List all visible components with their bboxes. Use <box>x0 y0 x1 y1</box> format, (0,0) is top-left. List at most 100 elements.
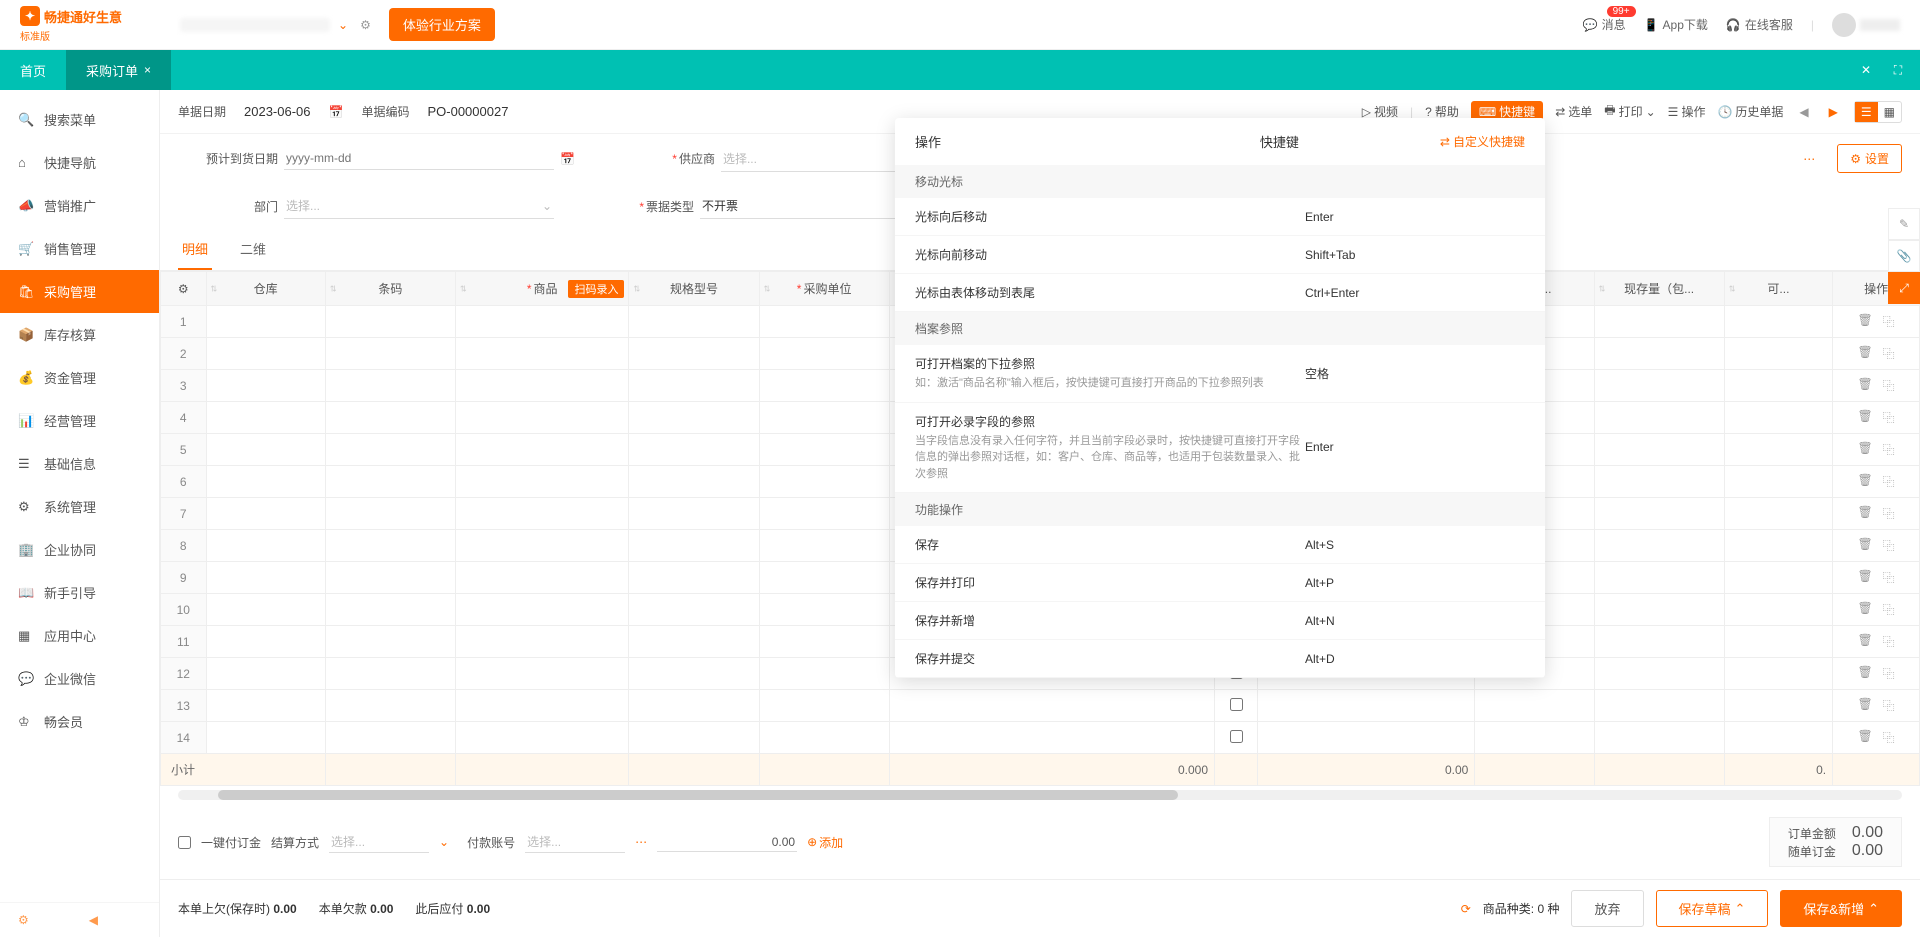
sidebar-item-guide[interactable]: 📖新手引导 <box>0 571 159 614</box>
ops-button[interactable]: ☰ 操作 <box>1668 103 1706 120</box>
table-row[interactable]: 13🗑⿻ <box>161 690 1920 722</box>
add-payment-button[interactable]: ⊕添加 <box>807 834 843 851</box>
copy-row-icon[interactable]: ⿻ <box>1883 505 1895 522</box>
sidebar-item-search[interactable]: 🔍搜索菜单 <box>0 98 159 141</box>
copy-row-icon[interactable]: ⿻ <box>1883 729 1895 746</box>
payment-amount[interactable]: 0.00 <box>657 833 797 852</box>
delete-row-icon[interactable]: 🗑 <box>1857 345 1872 362</box>
fullscreen-icon[interactable]: ⛶ <box>1886 58 1910 82</box>
org-selector[interactable]: ⌄ <box>180 18 348 32</box>
delete-row-icon[interactable]: 🗑 <box>1857 537 1872 554</box>
side-tool-attach-icon[interactable]: 📎 <box>1888 240 1920 272</box>
refresh-icon[interactable]: ⟳ <box>1461 902 1471 916</box>
prev-doc-icon[interactable]: ◀ <box>1795 105 1812 119</box>
col-avail[interactable]: ⇅可... <box>1724 272 1832 306</box>
col-stock[interactable]: ⇅现存量（包... <box>1594 272 1724 306</box>
calendar-icon[interactable]: 📅 <box>329 105 344 119</box>
tab-home[interactable]: 首页 <box>0 50 66 90</box>
copy-row-icon[interactable]: ⿻ <box>1883 377 1895 394</box>
delete-row-icon[interactable]: 🗑 <box>1857 665 1872 682</box>
trial-button[interactable]: 体验行业方案 <box>389 8 495 41</box>
sidebar-item-baseinfo[interactable]: ☰基础信息 <box>0 442 159 485</box>
discard-button[interactable]: 放弃 <box>1571 890 1643 927</box>
sidebar-item-member[interactable]: ♔畅会员 <box>0 700 159 743</box>
row-checkbox[interactable] <box>1230 730 1243 743</box>
sidebar-item-inventory[interactable]: 📦库存核算 <box>0 313 159 356</box>
sidebar-item-finance[interactable]: 💰资金管理 <box>0 356 159 399</box>
delete-row-icon[interactable]: 🗑 <box>1857 441 1872 458</box>
sidebar-collapse-icon[interactable]: ◀ <box>89 913 98 927</box>
copy-row-icon[interactable]: ⿻ <box>1883 313 1895 330</box>
delete-row-icon[interactable]: 🗑 <box>1857 633 1872 650</box>
sidebar-item-operation[interactable]: 📊经营管理 <box>0 399 159 442</box>
arrive-date-input[interactable] <box>284 147 554 170</box>
dept-select[interactable]: 选择...⌄ <box>284 193 554 219</box>
history-button[interactable]: 🕓 历史单据 <box>1717 103 1783 120</box>
row-checkbox[interactable] <box>1230 698 1243 711</box>
copy-row-icon[interactable]: ⿻ <box>1883 345 1895 362</box>
copy-row-icon[interactable]: ⿻ <box>1883 409 1895 426</box>
gear-icon[interactable]: ⚙ <box>360 18 371 32</box>
sidebar-item-sales[interactable]: 🛒销售管理 <box>0 227 159 270</box>
sidebar-item-marketing[interactable]: 📣营销推广 <box>0 184 159 227</box>
horizontal-scrollbar[interactable] <box>178 790 1902 800</box>
side-tool-expand-icon[interactable]: ⤢ <box>1888 272 1920 304</box>
copy-row-icon[interactable]: ⿻ <box>1883 601 1895 618</box>
copy-row-icon[interactable]: ⿻ <box>1883 473 1895 490</box>
save-draft-button[interactable]: 保存草稿⌃ <box>1656 890 1769 927</box>
messages-button[interactable]: 💬 消息 99+ <box>1583 16 1626 33</box>
sidebar-item-system[interactable]: ⚙系统管理 <box>0 485 159 528</box>
user-menu[interactable] <box>1832 13 1900 37</box>
tab-detail[interactable]: 明细 <box>178 229 212 270</box>
tab-close-all-icon[interactable]: ✕ <box>1854 58 1878 82</box>
copy-row-icon[interactable]: ⿻ <box>1883 633 1895 650</box>
sidebar-settings-icon[interactable]: ⚙ <box>18 913 29 927</box>
delete-row-icon[interactable]: 🗑 <box>1857 473 1872 490</box>
print-button[interactable]: 🖶 打印 ⌄ <box>1604 101 1655 122</box>
copy-row-icon[interactable]: ⿻ <box>1883 537 1895 554</box>
col-product[interactable]: ⇅*商品扫码录入 <box>455 272 629 306</box>
tab-purchase-order[interactable]: 采购订单 × <box>66 50 171 90</box>
more-icon[interactable]: ⋯ <box>635 835 647 849</box>
copy-row-icon[interactable]: ⿻ <box>1883 665 1895 682</box>
download-button[interactable]: 📱 App下载 <box>1644 16 1708 33</box>
onekey-deposit-checkbox[interactable] <box>178 836 191 849</box>
account-select[interactable]: 选择... <box>525 831 625 853</box>
sidebar-item-purchase[interactable]: 🛍采购管理 <box>0 270 159 313</box>
table-row[interactable]: 14🗑⿻ <box>161 722 1920 754</box>
sidebar-item-collab[interactable]: 🏢企业协同 <box>0 528 159 571</box>
date-value[interactable]: 2023-06-06 <box>244 104 311 119</box>
copy-row-icon[interactable]: ⿻ <box>1883 569 1895 586</box>
scan-badge[interactable]: 扫码录入 <box>568 280 624 298</box>
delete-row-icon[interactable]: 🗑 <box>1857 377 1872 394</box>
tab-2d[interactable]: 二维 <box>236 229 270 270</box>
more-icon[interactable]: ⋯ <box>1803 152 1815 166</box>
service-button[interactable]: 🎧 在线客服 <box>1726 16 1793 33</box>
calendar-icon[interactable]: 📅 <box>560 152 575 166</box>
copy-row-icon[interactable]: ⿻ <box>1883 697 1895 714</box>
delete-row-icon[interactable]: 🗑 <box>1857 569 1872 586</box>
col-barcode[interactable]: ⇅条码 <box>325 272 455 306</box>
settle-select[interactable]: 选择... <box>329 831 429 853</box>
col-unit[interactable]: ⇅*采购单位 <box>759 272 889 306</box>
sidebar-item-wechat[interactable]: 💬企业微信 <box>0 657 159 700</box>
col-warehouse[interactable]: ⇅仓库 <box>206 272 325 306</box>
delete-row-icon[interactable]: 🗑 <box>1857 313 1872 330</box>
save-new-button[interactable]: 保存&新增⌃ <box>1780 890 1902 927</box>
sidebar-item-appcenter[interactable]: ▦应用中心 <box>0 614 159 657</box>
custom-shortcut-button[interactable]: ⇄自定义快捷键 <box>1440 133 1525 150</box>
col-spec[interactable]: ⇅规格型号 <box>629 272 759 306</box>
sidebar-item-quicknav[interactable]: ⌂快捷导航 <box>0 141 159 184</box>
close-icon[interactable]: × <box>144 63 151 77</box>
side-tool-note-icon[interactable]: ✎ <box>1888 208 1920 240</box>
col-gear[interactable]: ⚙ <box>161 272 207 306</box>
copy-row-icon[interactable]: ⿻ <box>1883 441 1895 458</box>
view-grid-icon[interactable]: ▦ <box>1878 102 1901 122</box>
next-doc-icon[interactable]: ▶ <box>1825 105 1842 119</box>
delete-row-icon[interactable]: 🗑 <box>1857 601 1872 618</box>
settings-button[interactable]: ⚙ 设置 <box>1837 144 1902 173</box>
delete-row-icon[interactable]: 🗑 <box>1857 505 1872 522</box>
delete-row-icon[interactable]: 🗑 <box>1857 729 1872 746</box>
delete-row-icon[interactable]: 🗑 <box>1857 697 1872 714</box>
delete-row-icon[interactable]: 🗑 <box>1857 409 1872 426</box>
